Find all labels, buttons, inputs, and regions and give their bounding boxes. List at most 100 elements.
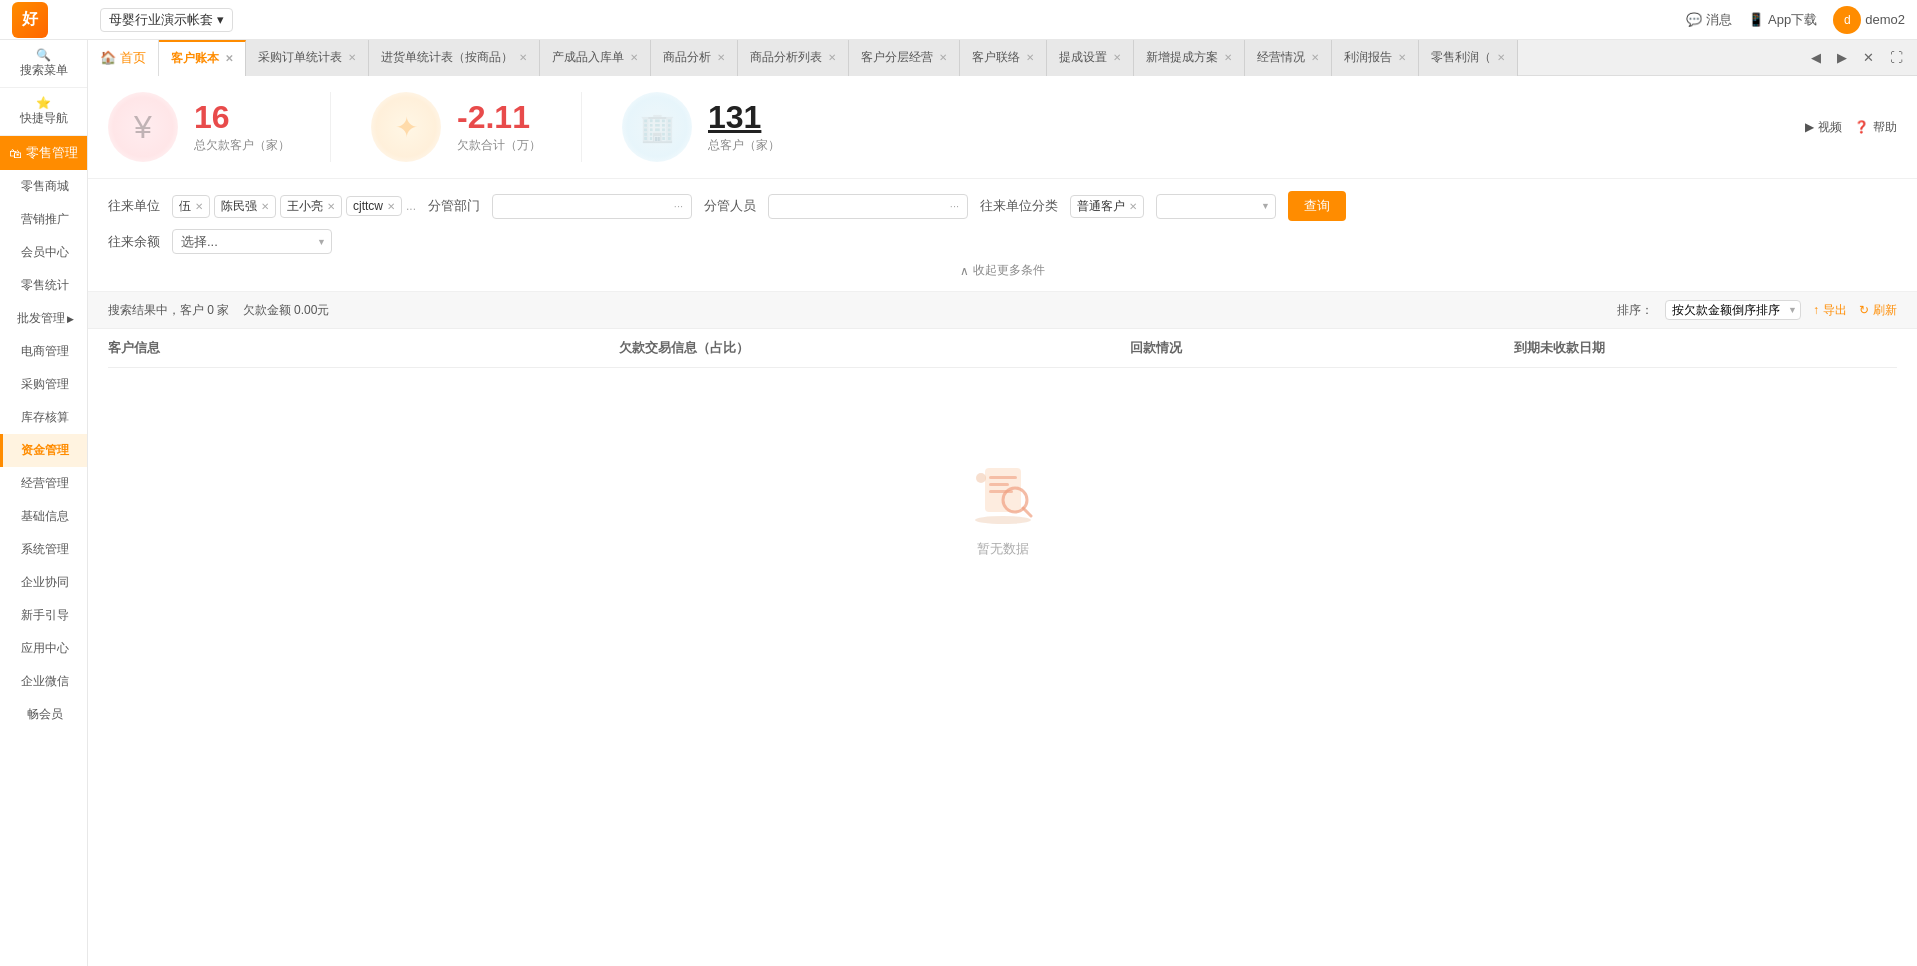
balance-select-wrap[interactable]: 选择... — [172, 229, 332, 254]
stat-values-2: -2.11 欠款合计（万） — [457, 101, 541, 154]
tab-close-all[interactable]: ✕ — [1857, 50, 1880, 65]
tab-close-new-promo-plan[interactable]: ✕ — [1224, 52, 1232, 63]
tab-close-profit-report[interactable]: ✕ — [1398, 52, 1406, 63]
industry-label: 母婴行业演示帐套 — [109, 11, 213, 29]
tab-fullscreen[interactable]: ⛶ — [1884, 50, 1909, 65]
unit-tag-wu-remove[interactable]: ✕ — [195, 201, 203, 212]
tab-scroll-left[interactable]: ◀ — [1805, 50, 1827, 65]
dept-input[interactable] — [501, 199, 674, 214]
sidebar-item-enterprise-wechat[interactable]: 企业微信 — [0, 665, 87, 698]
sidebar-item-member[interactable]: 会员中心 — [0, 236, 87, 269]
sidebar-item-system[interactable]: 系统管理 — [0, 533, 87, 566]
tab-profit-report[interactable]: 利润报告 ✕ — [1332, 40, 1419, 76]
tab-product-analysis-list[interactable]: 商品分析列表 ✕ — [738, 40, 849, 76]
home-icon: 🏠 — [100, 50, 116, 65]
video-btn[interactable]: ▶ 视频 — [1805, 119, 1842, 136]
category-select[interactable] — [1156, 194, 1276, 219]
dept-filter-input[interactable]: ··· — [492, 194, 692, 219]
user-menu[interactable]: d demo2 — [1833, 6, 1905, 34]
unit-tag-cjttcw[interactable]: cjttcw ✕ — [346, 196, 402, 216]
tab-close-cost-inbound[interactable]: ✕ — [630, 52, 638, 63]
sidebar-item-basic-info[interactable]: 基础信息 — [0, 500, 87, 533]
export-btn[interactable]: ↑ 导出 — [1813, 302, 1847, 319]
sidebar-item-enterprise-coop[interactable]: 企业协同 — [0, 566, 87, 599]
tab-customer-segment[interactable]: 客户分层经营 ✕ — [849, 40, 960, 76]
logo-icon: 好 — [12, 2, 48, 38]
search-menu-btn[interactable]: 🔍 搜索菜单 — [0, 40, 87, 88]
sidebar-item-new-guide[interactable]: 新手引导 — [0, 599, 87, 632]
tab-inbound-stats[interactable]: 进货单统计表（按商品） ✕ — [369, 40, 540, 76]
sidebar-item-vip-member[interactable]: 畅会员 — [0, 698, 87, 731]
person-filter-label: 分管人员 — [704, 197, 756, 215]
balance-filter-label: 往来余额 — [108, 233, 160, 251]
sidebar-item-purchase[interactable]: 采购管理 — [0, 368, 87, 401]
sidebar-item-inventory[interactable]: 库存核算 — [0, 401, 87, 434]
unit-tag-chen[interactable]: 陈民强 ✕ — [214, 195, 276, 218]
sidebar-item-ecommerce[interactable]: 电商管理 — [0, 335, 87, 368]
unit-tag-wang[interactable]: 王小亮 ✕ — [280, 195, 342, 218]
help-btn[interactable]: ❓ 帮助 — [1854, 119, 1897, 136]
tab-close-business-status[interactable]: ✕ — [1311, 52, 1319, 63]
stat-card-debt: ✦ -2.11 欠款合计（万） — [371, 92, 582, 162]
tab-customer-ledger[interactable]: 客户账本 ✕ — [159, 40, 246, 76]
sidebar-item-business-mgmt[interactable]: 经营管理 — [0, 467, 87, 500]
app-download-btn[interactable]: 📱 App下载 — [1748, 11, 1817, 29]
person-input[interactable] — [777, 199, 950, 214]
unit-tag-chen-remove[interactable]: ✕ — [261, 201, 269, 212]
tab-close-inbound-stats[interactable]: ✕ — [519, 52, 527, 63]
tab-purchase-order-stats[interactable]: 采购订单统计表 ✕ — [246, 40, 369, 76]
unit-tag-wu[interactable]: 伍 ✕ — [172, 195, 210, 218]
unit-tag-cjttcw-remove[interactable]: ✕ — [387, 201, 395, 212]
tab-close-purchase-order-stats[interactable]: ✕ — [348, 52, 356, 63]
tab-close-product-analysis[interactable]: ✕ — [717, 52, 725, 63]
quick-nav-btn[interactable]: ⭐ 快捷导航 — [0, 88, 87, 136]
sidebar-item-retail-stats[interactable]: 零售统计 — [0, 269, 87, 302]
sidebar: 🔍 搜索菜单 ⭐ 快捷导航 🛍 零售管理 零售商城 营销推广 会员中心 零售统计… — [0, 40, 88, 966]
stats-row: ¥ 16 总欠款客户（家） ✦ — [88, 76, 1917, 179]
sidebar-item-capital[interactable]: 资金管理 — [0, 434, 87, 467]
tab-product-analysis[interactable]: 商品分析 ✕ — [651, 40, 738, 76]
refresh-btn[interactable]: ↻ 刷新 — [1859, 302, 1897, 319]
play-icon: ▶ — [1805, 120, 1814, 134]
tab-bar-controls: ◀ ▶ ✕ ⛶ — [1805, 50, 1917, 65]
sidebar-item-retail-mall[interactable]: 零售商城 — [0, 170, 87, 203]
query-button[interactable]: 查询 — [1288, 191, 1346, 221]
message-btn[interactable]: 💬 消息 — [1686, 11, 1732, 29]
tab-scroll-right[interactable]: ▶ — [1831, 50, 1853, 65]
tab-close-customer-ledger[interactable]: ✕ — [225, 53, 233, 64]
col-repayment: 回款情况 — [1130, 339, 1513, 357]
chevron-up-icon: ∧ — [960, 264, 969, 278]
main-content: ¥ 16 总欠款客户（家） ✦ — [88, 76, 1917, 966]
logo-area: 好 — [12, 2, 100, 38]
unit-tag-wang-remove[interactable]: ✕ — [327, 201, 335, 212]
category-select-wrap[interactable] — [1156, 194, 1276, 219]
table-wrap: 客户信息 欠款交易信息（占比） 回款情况 到期未收款日期 — [88, 329, 1917, 638]
tab-promo-settings[interactable]: 提成设置 ✕ — [1047, 40, 1134, 76]
sidebar-item-promo[interactable]: 营销推广 — [0, 203, 87, 236]
top-bar-right: 💬 消息 📱 App下载 d demo2 — [1686, 6, 1905, 34]
tab-close-retail-profit[interactable]: ✕ — [1497, 52, 1505, 63]
sort-select[interactable]: 按欠款金额倒序排序 — [1665, 300, 1801, 320]
search-icon: 🔍 — [36, 48, 51, 62]
unit-more-btn[interactable]: ... — [406, 199, 416, 213]
category-tag-normal[interactable]: 普通客户 ✕ — [1070, 195, 1144, 218]
balance-select[interactable]: 选择... — [172, 229, 332, 254]
tab-business-status[interactable]: 经营情况 ✕ — [1245, 40, 1332, 76]
tab-close-customer-contact[interactable]: ✕ — [1026, 52, 1034, 63]
collapse-btn[interactable]: ∧ 收起更多条件 — [960, 262, 1045, 279]
tab-customer-contact[interactable]: 客户联络 ✕ — [960, 40, 1047, 76]
tab-home[interactable]: 🏠 首页 — [88, 40, 159, 76]
sidebar-item-batch-mgmt[interactable]: 批发管理▶ — [0, 302, 87, 335]
person-filter-input[interactable]: ··· — [768, 194, 968, 219]
sidebar-item-app-center[interactable]: 应用中心 — [0, 632, 87, 665]
industry-select[interactable]: 母婴行业演示帐套 ▾ — [100, 8, 233, 32]
tab-close-promo-settings[interactable]: ✕ — [1113, 52, 1121, 63]
sidebar-item-retail-mgmt[interactable]: 🛍 零售管理 — [0, 136, 87, 170]
tab-close-customer-segment[interactable]: ✕ — [939, 52, 947, 63]
sort-select-wrap[interactable]: 按欠款金额倒序排序 — [1665, 300, 1801, 320]
tab-new-promo-plan[interactable]: 新增提成方案 ✕ — [1134, 40, 1245, 76]
tab-retail-profit[interactable]: 零售利润（ ✕ — [1419, 40, 1518, 76]
category-tag-remove[interactable]: ✕ — [1129, 201, 1137, 212]
tab-close-product-analysis-list[interactable]: ✕ — [828, 52, 836, 63]
tab-cost-inbound[interactable]: 产成品入库单 ✕ — [540, 40, 651, 76]
